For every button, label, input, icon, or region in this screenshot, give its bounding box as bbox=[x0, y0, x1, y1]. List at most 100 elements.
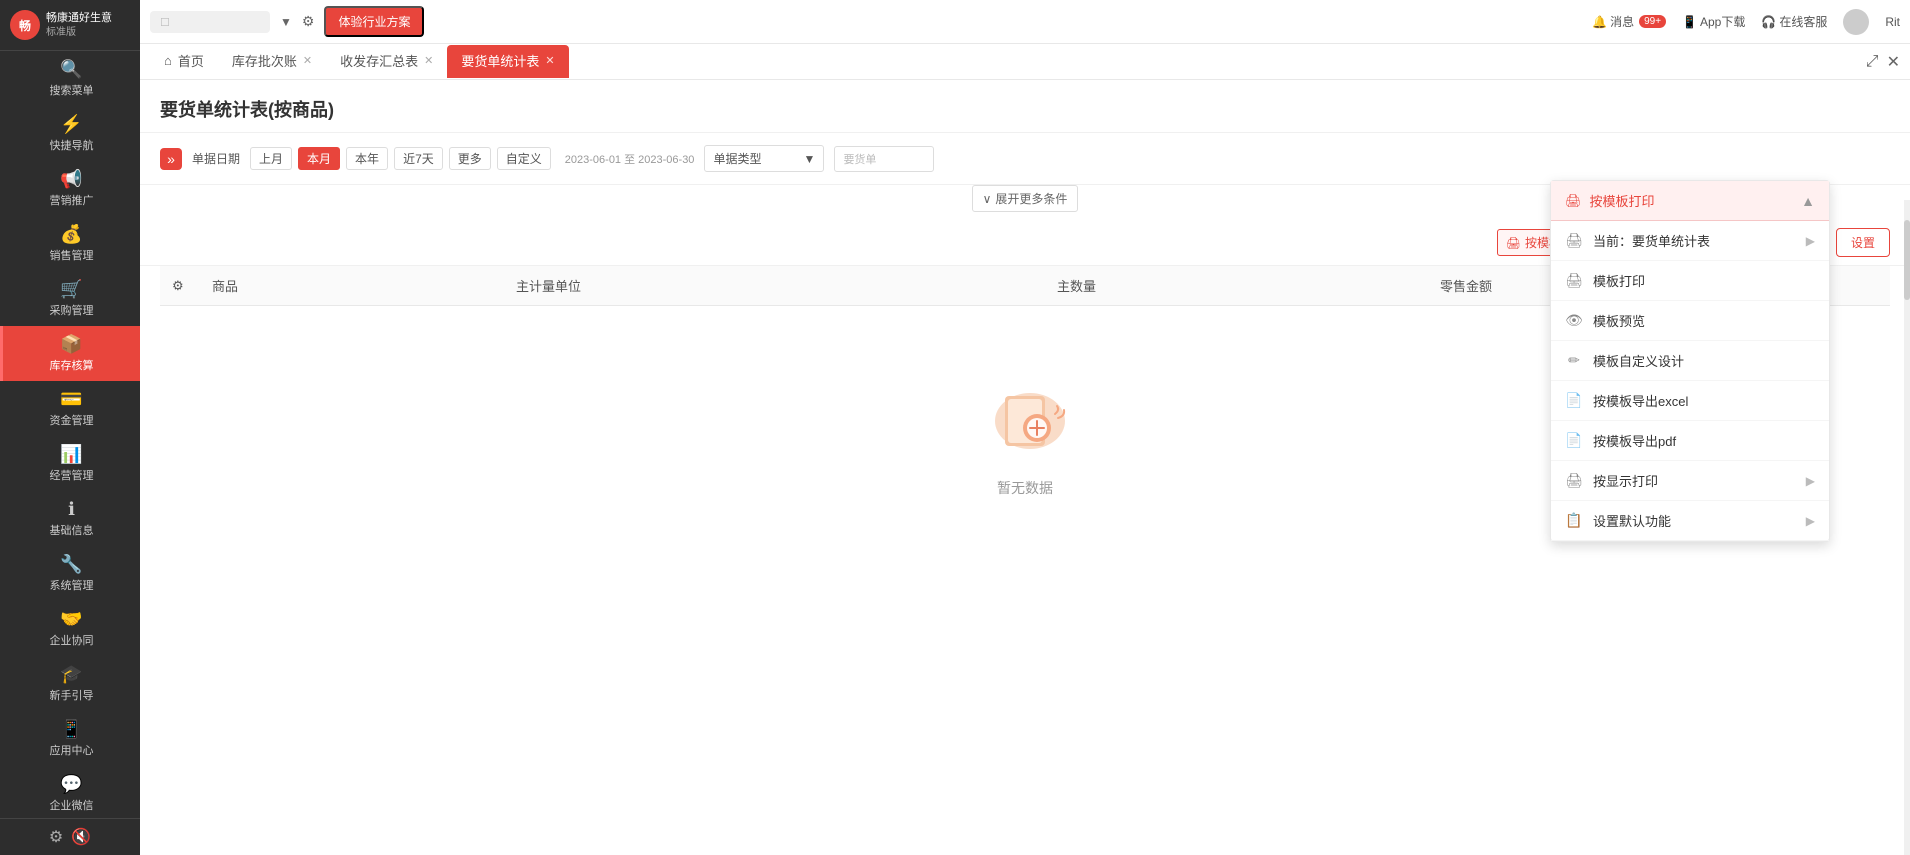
tab-collection-summary[interactable]: 收发存汇总表✕ bbox=[326, 45, 447, 78]
dropdown-template-custom[interactable]: ✏ 模板自定义设计 bbox=[1551, 341, 1829, 381]
sidebar-label-purchase: 采购管理 bbox=[50, 302, 94, 318]
sidebar-item-marketing[interactable]: 📢 营销推广 bbox=[0, 161, 140, 216]
display-icon: 🖨 bbox=[1565, 472, 1583, 489]
sidebar-item-inventory[interactable]: 📦 库存核算 bbox=[0, 326, 140, 381]
dropdown-template-print[interactable]: 🖨 模板打印 bbox=[1551, 261, 1829, 301]
sidebar-nav: 🔍 搜索菜单 ⚡ 快捷导航 📢 营销推广 💰 销售管理 🛒 采购管理 📦 库存核… bbox=[0, 51, 140, 818]
settings-button[interactable]: 设置 bbox=[1836, 228, 1890, 257]
operation-icon: 📊 bbox=[60, 444, 82, 465]
current-template-icon: 🖨 bbox=[1565, 232, 1583, 249]
sidebar-item-system[interactable]: 🔧 系统管理 bbox=[0, 546, 140, 601]
sidebar-item-sales[interactable]: 💰 销售管理 bbox=[0, 216, 140, 271]
empty-icon bbox=[975, 366, 1075, 466]
dropdown-template-preview[interactable]: 👁 模板预览 bbox=[1551, 301, 1829, 341]
topbar-gear[interactable]: ⚙ bbox=[302, 13, 315, 30]
excel-icon: 📄 bbox=[1565, 392, 1583, 409]
sidebar-item-search[interactable]: 🔍 搜索菜单 bbox=[0, 51, 140, 106]
date-option-近7天[interactable]: 近7天 bbox=[394, 147, 443, 170]
app-name-text: 畅康通好生意 标准版 bbox=[46, 11, 112, 38]
expand-more-button[interactable]: ∨ 展开更多条件 bbox=[972, 185, 1079, 212]
tab-home[interactable]: ⌂首页 bbox=[150, 45, 218, 78]
tab-close-all-icon[interactable]: ✕ bbox=[1887, 52, 1900, 72]
sidebar-item-finance[interactable]: 💳 资金管理 bbox=[0, 381, 140, 436]
order-type-select[interactable]: 单据类型 ▼ bbox=[704, 145, 824, 172]
pdf-icon: 📄 bbox=[1565, 432, 1583, 449]
date-custom-btn[interactable]: 自定义 bbox=[497, 147, 551, 170]
date-option-上月[interactable]: 上月 bbox=[250, 147, 292, 170]
sidebar-label-sales: 销售管理 bbox=[50, 247, 94, 263]
main-area: ☐ ▼ ⚙ 体验行业方案 🔔 消息 99+ 📱 App下载 🎧 在线客服 Rit… bbox=[140, 0, 1910, 855]
tabbar: ⌂首页库存批次账✕收发存汇总表✕要货单统计表✕ ⤢ ✕ bbox=[140, 44, 1910, 80]
dropdown-set-default[interactable]: 📋 设置默认功能 ▶ bbox=[1551, 501, 1829, 541]
page-title: 要货单统计表(按商品) bbox=[140, 80, 1910, 133]
sidebar-label-basic: 基础信息 bbox=[50, 522, 94, 538]
tab-inventory-batch[interactable]: 库存批次账 ✕ bbox=[218, 45, 326, 78]
dropdown-export-pdf[interactable]: 📄 按模板导出pdf bbox=[1551, 421, 1829, 461]
date-option-更多[interactable]: 更多 bbox=[449, 147, 491, 170]
sidebar-item-operation[interactable]: 📊 经营管理 bbox=[0, 436, 140, 491]
display-arrow-icon: ▶ bbox=[1806, 474, 1815, 488]
topbar-search[interactable]: ☐ bbox=[150, 11, 270, 33]
messages-item[interactable]: 🔔 消息 99+ bbox=[1592, 13, 1666, 30]
set-default-arrow-icon: ▶ bbox=[1806, 514, 1815, 528]
dropdown-export-excel[interactable]: 📄 按模板导出excel bbox=[1551, 381, 1829, 421]
app-download-item[interactable]: 📱 App下载 bbox=[1682, 13, 1745, 30]
bell-icon: 🔔 bbox=[1592, 15, 1607, 29]
headset-icon: 🎧 bbox=[1761, 15, 1776, 29]
date-option-本年[interactable]: 本年 bbox=[346, 147, 388, 170]
sidebar-item-wechat[interactable]: 💬 企业微信 bbox=[0, 766, 140, 818]
sidebar-label-apps: 应用中心 bbox=[50, 742, 94, 758]
finance-icon: 💳 bbox=[60, 389, 82, 410]
wechat-icon: 💬 bbox=[60, 774, 82, 795]
sidebar-label-marketing: 营销推广 bbox=[50, 192, 94, 208]
experience-button[interactable]: 体验行业方案 bbox=[324, 6, 424, 37]
date-label: 单据日期 bbox=[192, 150, 240, 167]
chevron-down-icon: ∨ bbox=[983, 192, 992, 206]
sidebar-item-quick-nav[interactable]: ⚡ 快捷导航 bbox=[0, 106, 140, 161]
settings-icon[interactable]: ⚙ bbox=[49, 827, 63, 847]
sidebar-label-search: 搜索菜单 bbox=[50, 82, 94, 98]
search-icon: 🔍 bbox=[60, 59, 82, 80]
tab-order-stats[interactable]: 要货单统计表✕ bbox=[447, 45, 568, 78]
sidebar-label-finance: 资金管理 bbox=[50, 412, 94, 428]
topbar-dropdown[interactable]: ▼ bbox=[280, 15, 292, 29]
cooperation-icon: 🤝 bbox=[60, 609, 82, 630]
dropdown-display-print[interactable]: 🖨 按显示打印 ▶ bbox=[1551, 461, 1829, 501]
tab-expand-area: ⤢ ✕ bbox=[1866, 52, 1900, 72]
sidebar-logo: 畅 畅康通好生意 标准版 bbox=[0, 0, 140, 51]
sidebar-item-basic[interactable]: ℹ 基础信息 bbox=[0, 491, 140, 546]
sidebar-item-cooperation[interactable]: 🤝 企业协同 bbox=[0, 601, 140, 656]
tab-label-inventory-batch: 库存批次账 bbox=[232, 51, 297, 70]
empty-text: 暂无数据 bbox=[997, 478, 1053, 498]
dropdown-header: 🖨 按模板打印 ▲ bbox=[1551, 181, 1829, 221]
guide-icon: 🎓 bbox=[60, 664, 82, 685]
sidebar-item-guide[interactable]: 🎓 新手引导 bbox=[0, 656, 140, 711]
mute-icon[interactable]: 🔇 bbox=[71, 827, 91, 847]
basic-icon: ℹ bbox=[68, 499, 75, 520]
marketing-icon: 📢 bbox=[60, 169, 82, 190]
apps-icon: 📱 bbox=[60, 719, 82, 740]
printer-icon: 🖨 bbox=[1506, 236, 1521, 250]
dropdown-current-item[interactable]: 🖨 当前：要货单统计表 ▶ bbox=[1551, 221, 1829, 261]
order-goods-input[interactable]: 要货单 bbox=[834, 146, 934, 172]
phone-icon: 📱 bbox=[1682, 15, 1697, 29]
maximize-icon[interactable]: ⤢ bbox=[1866, 53, 1879, 71]
sidebar: 畅 畅康通好生意 标准版 🔍 搜索菜单 ⚡ 快捷导航 📢 营销推广 💰 销售管理… bbox=[0, 0, 140, 855]
tab-close-order-stats[interactable]: ✕ bbox=[545, 54, 554, 67]
tab-close-inventory-batch[interactable]: ✕ bbox=[303, 54, 312, 67]
system-icon: 🔧 bbox=[60, 554, 82, 575]
right-scrollbar[interactable] bbox=[1904, 200, 1910, 855]
date-option-本月[interactable]: 本月 bbox=[298, 147, 340, 170]
sidebar-item-purchase[interactable]: 🛒 采购管理 bbox=[0, 271, 140, 326]
tab-close-collection-summary[interactable]: ✕ bbox=[424, 54, 433, 67]
edit-icon: ✏ bbox=[1565, 352, 1583, 369]
filter-date-options: 上月本月本年近7天更多自定义 bbox=[250, 147, 551, 170]
user-avatar[interactable] bbox=[1843, 9, 1869, 35]
online-service-item[interactable]: 🎧 在线客服 bbox=[1761, 13, 1827, 30]
table-settings-icon[interactable]: ⚙ bbox=[172, 278, 184, 293]
dropdown-close-icon[interactable]: ▲ bbox=[1801, 193, 1815, 209]
filter-bar: » 单据日期 上月本月本年近7天更多自定义 2023-06-01 至 2023-… bbox=[140, 133, 1910, 185]
filter-expand-button[interactable]: » bbox=[160, 148, 182, 170]
scrollbar-thumb[interactable] bbox=[1904, 220, 1910, 300]
sidebar-item-apps[interactable]: 📱 应用中心 bbox=[0, 711, 140, 766]
